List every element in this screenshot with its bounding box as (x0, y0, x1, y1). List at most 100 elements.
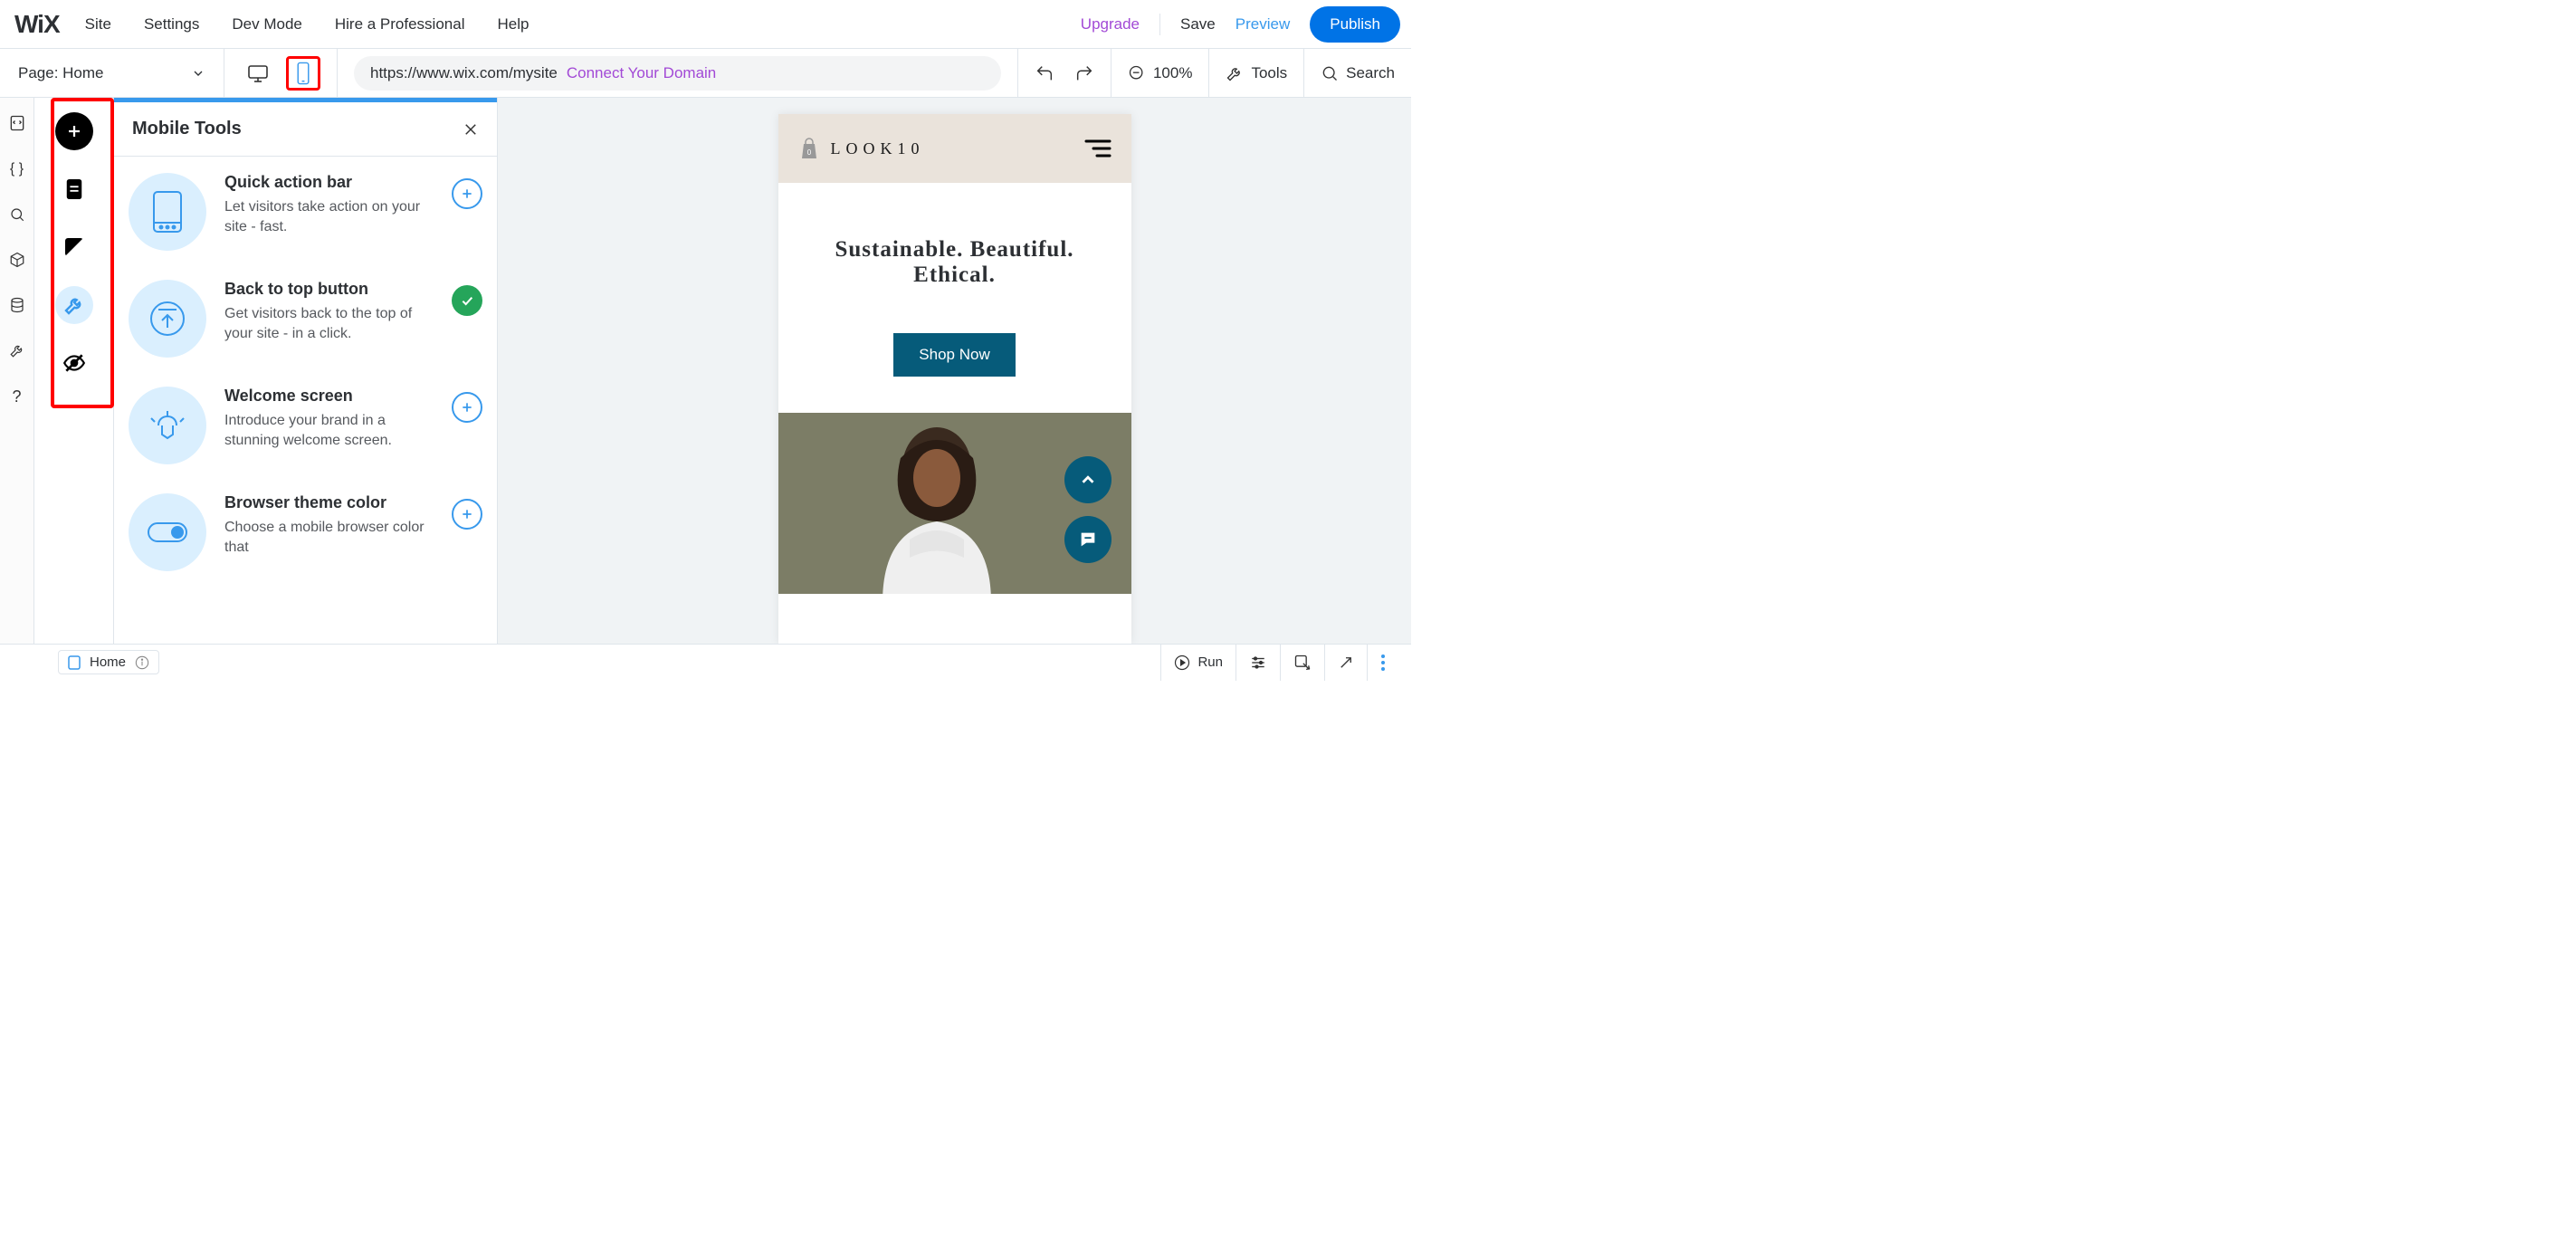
connect-domain-link[interactable]: Connect Your Domain (567, 64, 716, 82)
device-switcher (224, 49, 338, 97)
inspect-icon (1293, 654, 1312, 672)
tool-item-welcome-screen[interactable]: Welcome screen Introduce your brand in a… (129, 387, 482, 464)
url-text: https://www.wix.com/mysite (370, 64, 558, 82)
theme-color-icon (129, 493, 206, 571)
tools-cell[interactable]: Tools (1208, 49, 1303, 97)
quick-action-icon (129, 173, 206, 251)
menu-help[interactable]: Help (497, 15, 529, 33)
search-files-icon[interactable] (9, 206, 25, 223)
expand-button[interactable] (1324, 645, 1367, 681)
mobile-tools-panel: Mobile Tools Quick action bar Let visito… (114, 98, 498, 644)
canvas[interactable]: 0 LOOK10 Sustainable. Beautiful. Ethical… (498, 98, 1411, 644)
tools-label: Tools (1251, 64, 1287, 82)
pages-button[interactable] (55, 170, 93, 208)
top-right: Upgrade Save Preview Publish (1081, 6, 1400, 43)
wix-logo: WiX (14, 10, 60, 39)
image-section (778, 413, 1131, 594)
page-selector[interactable]: Page: Home (0, 49, 224, 97)
braces-icon[interactable]: { } (10, 161, 24, 177)
preview-button[interactable]: Preview (1236, 15, 1290, 33)
bag-icon[interactable]: 0 (798, 137, 820, 160)
menu-settings[interactable]: Settings (144, 15, 199, 33)
package-icon[interactable] (9, 252, 25, 268)
zoom-cell[interactable]: 100% (1111, 49, 1208, 97)
design-button[interactable] (55, 228, 93, 266)
undo-redo (1017, 49, 1111, 97)
divider (1159, 14, 1160, 35)
plus-small-icon (461, 401, 473, 414)
hero-headline: Sustainable. Beautiful. Ethical. (797, 237, 1113, 288)
tool-title: Browser theme color (224, 493, 434, 512)
database-icon[interactable] (9, 297, 25, 313)
top-menu: Site Settings Dev Mode Hire a Profession… (85, 15, 530, 33)
panel-body: Quick action bar Let visitors take actio… (114, 157, 497, 644)
desktop-view-button[interactable] (241, 56, 275, 91)
save-button[interactable]: Save (1180, 15, 1216, 33)
page-selector-label: Page: Home (18, 64, 104, 82)
hidden-elements-button[interactable] (55, 344, 93, 382)
welcome-icon (129, 387, 206, 464)
contrast-icon (63, 236, 85, 258)
page-chip-label: Home (90, 654, 126, 670)
tool-item-quick-action[interactable]: Quick action bar Let visitors take actio… (129, 173, 482, 251)
inspect-button[interactable] (1280, 645, 1324, 681)
plus-icon (66, 123, 82, 139)
menu-hire[interactable]: Hire a Professional (335, 15, 465, 33)
sliders-icon (1249, 654, 1267, 671)
top-bar: WiX Site Settings Dev Mode Hire a Profes… (0, 0, 1411, 49)
page-icon (64, 177, 84, 201)
add-tool-button[interactable] (452, 499, 482, 530)
wrench-small-icon[interactable] (9, 342, 25, 358)
tool-text: Browser theme color Choose a mobile brow… (224, 493, 434, 557)
back-to-top-fab[interactable] (1064, 456, 1111, 503)
chat-icon (1078, 530, 1098, 549)
chevron-up-icon (1078, 470, 1098, 490)
editor-rail (34, 98, 114, 644)
tool-title: Welcome screen (224, 387, 434, 406)
code-files-icon[interactable] (8, 114, 26, 132)
mobile-view-button[interactable] (286, 56, 320, 91)
tool-item-theme-color[interactable]: Browser theme color Choose a mobile brow… (129, 493, 482, 571)
kebab-icon (1380, 654, 1386, 672)
check-icon (460, 293, 474, 308)
page-chip[interactable]: Home (58, 650, 159, 674)
hamburger-icon[interactable] (1084, 139, 1111, 158)
info-icon[interactable] (135, 655, 149, 670)
plus-small-icon (461, 508, 473, 521)
add-tool-button[interactable] (452, 392, 482, 423)
tool-item-back-to-top[interactable]: Back to top button Get visitors back to … (129, 280, 482, 358)
menu-site[interactable]: Site (85, 15, 111, 33)
tool-title: Back to top button (224, 280, 434, 299)
wrench-icon (63, 294, 85, 316)
help-icon[interactable]: ? (12, 387, 21, 406)
mobile-icon (295, 62, 311, 85)
chat-fab[interactable] (1064, 516, 1111, 563)
page-small-icon (68, 655, 81, 670)
close-icon[interactable] (463, 121, 479, 138)
code-rail: { } ? (0, 98, 34, 644)
sub-bar-right: 100% Tools Search (1017, 49, 1411, 97)
settings-sliders-button[interactable] (1236, 645, 1280, 681)
plus-small-icon (461, 187, 473, 200)
tool-text: Quick action bar Let visitors take actio… (224, 173, 434, 236)
redo-icon[interactable] (1074, 63, 1094, 83)
add-tool-button[interactable] (452, 178, 482, 209)
publish-button[interactable]: Publish (1310, 6, 1400, 43)
url-bar[interactable]: https://www.wix.com/mysite Connect Your … (354, 56, 1001, 91)
search-cell[interactable]: Search (1303, 49, 1411, 97)
tool-done-indicator[interactable] (452, 285, 482, 316)
more-button[interactable] (1367, 645, 1398, 681)
mobile-tools-button[interactable] (55, 286, 93, 324)
site-header: 0 LOOK10 (778, 114, 1131, 183)
tool-desc: Choose a mobile browser color that (224, 518, 434, 557)
undo-icon[interactable] (1035, 63, 1054, 83)
model-image (846, 413, 1027, 594)
desktop-icon (247, 62, 269, 84)
upgrade-link[interactable]: Upgrade (1081, 15, 1140, 33)
run-button[interactable]: Run (1160, 645, 1236, 681)
shop-now-button[interactable]: Shop Now (893, 333, 1015, 377)
add-element-button[interactable] (55, 112, 93, 150)
mobile-preview[interactable]: 0 LOOK10 Sustainable. Beautiful. Ethical… (778, 114, 1131, 644)
search-label: Search (1346, 64, 1395, 82)
menu-dev-mode[interactable]: Dev Mode (232, 15, 301, 33)
